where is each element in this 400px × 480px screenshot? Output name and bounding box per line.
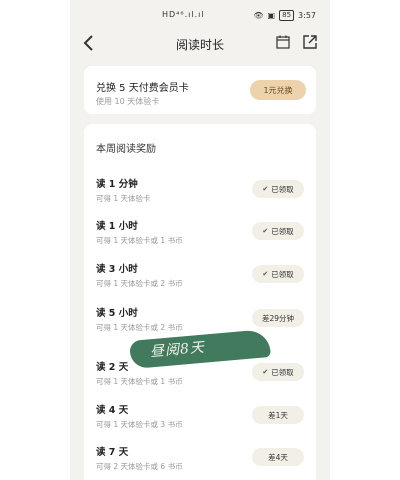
- reward-status-label: 差1天: [268, 410, 288, 420]
- phone-screen: HD⁴⁶.ıl.ıl 👁 ▣ 85 3:57 阅读时长 兑换 5 天付费会员卡 …: [70, 0, 330, 480]
- redeem-button[interactable]: 1元兑换: [250, 80, 306, 100]
- reward-subtitle: 可得 1 天体验卡或 3 书币: [96, 420, 183, 429]
- rewards-heading: 本周阅读奖励: [96, 144, 156, 155]
- reward-status-button[interactable]: 差1天: [252, 406, 304, 424]
- reward-status-label: 差4天: [268, 452, 288, 462]
- reward-title: 读 4 天: [96, 405, 129, 416]
- reward-status-button[interactable]: 差29分钟: [252, 309, 304, 327]
- reward-subtitle: 可得 2 天体验卡或 6 书币: [96, 462, 183, 471]
- reward-subtitle: 可得 1 天体验卡: [96, 194, 151, 203]
- reward-status-button[interactable]: ✔ 已领取: [252, 363, 304, 381]
- watermark-stamp: 昼阅8天: [129, 328, 271, 370]
- calendar-icon[interactable]: [276, 35, 290, 49]
- reward-row: 读 2 天 可得 1 天体验卡或 1 书币 ✔ 已领取: [96, 359, 304, 399]
- redeem-subtitle: 使用 10 天体验卡: [96, 97, 160, 106]
- vibrate-icon: ▣: [267, 11, 276, 20]
- reward-subtitle: 可得 1 天体验卡或 1 书币: [96, 377, 183, 386]
- redeem-title: 兑换 5 天付费会员卡: [96, 83, 189, 94]
- check-icon: ✔: [262, 185, 269, 193]
- reward-title: 读 3 小时: [96, 264, 138, 275]
- reward-title: 读 2 天: [96, 362, 129, 373]
- reward-subtitle: 可得 1 天体验卡或 2 书币: [96, 323, 183, 332]
- page-title: 阅读时长: [175, 38, 224, 52]
- redeem-card: 兑换 5 天付费会员卡 使用 10 天体验卡 1元兑换: [84, 66, 316, 114]
- reward-row: 读 7 天 可得 2 天体验卡或 6 书币 差4天: [96, 444, 304, 480]
- check-icon: ✔: [262, 270, 269, 278]
- eye-icon: 👁: [253, 11, 264, 20]
- reward-title: 读 1 小时: [96, 221, 138, 232]
- share-icon[interactable]: [302, 34, 318, 50]
- top-nav-bar: 阅读时长: [70, 30, 330, 58]
- reward-status-label: 已领取: [271, 269, 294, 279]
- reward-row: 读 4 天 可得 1 天体验卡或 3 书币 差1天: [96, 402, 304, 442]
- check-icon: ✔: [262, 227, 269, 235]
- reward-row: 读 1 小时 可得 1 天体验卡或 1 书币 ✔ 已领取: [96, 218, 304, 258]
- reward-status-label: 已领取: [271, 367, 294, 377]
- check-icon: ✔: [262, 368, 269, 376]
- reward-status-button[interactable]: ✔ 已领取: [252, 265, 304, 283]
- status-time: 3:57: [298, 11, 316, 20]
- reward-status-button[interactable]: ✔ 已领取: [252, 222, 304, 240]
- reward-title: 读 7 天: [96, 447, 129, 458]
- status-bar: HD⁴⁶.ıl.ıl 👁 ▣ 85 3:57: [70, 0, 330, 26]
- reward-status-label: 已领取: [271, 226, 294, 236]
- reward-row: 读 3 小时 可得 1 天体验卡或 2 书币 ✔ 已领取: [96, 261, 304, 301]
- reward-status-label: 差29分钟: [261, 313, 295, 323]
- reward-status-label: 已领取: [271, 184, 294, 194]
- network-indicators: HD⁴⁶.ıl.ıl: [162, 10, 205, 19]
- weekly-rewards-card: 本周阅读奖励 读 1 分钟 可得 1 天体验卡 ✔ 已领取 读 1 小时 可得 …: [84, 124, 316, 480]
- reward-subtitle: 可得 1 天体验卡或 1 书币: [96, 236, 183, 245]
- reward-row: 读 1 分钟 可得 1 天体验卡 ✔ 已领取: [96, 176, 304, 216]
- reward-status-button[interactable]: 差4天: [252, 448, 304, 466]
- reward-title: 读 5 小时: [96, 308, 138, 319]
- battery-icon: 85: [279, 10, 295, 21]
- reward-title: 读 1 分钟: [96, 179, 138, 190]
- reward-subtitle: 可得 1 天体验卡或 2 书币: [96, 279, 183, 288]
- reward-status-button[interactable]: ✔ 已领取: [252, 180, 304, 198]
